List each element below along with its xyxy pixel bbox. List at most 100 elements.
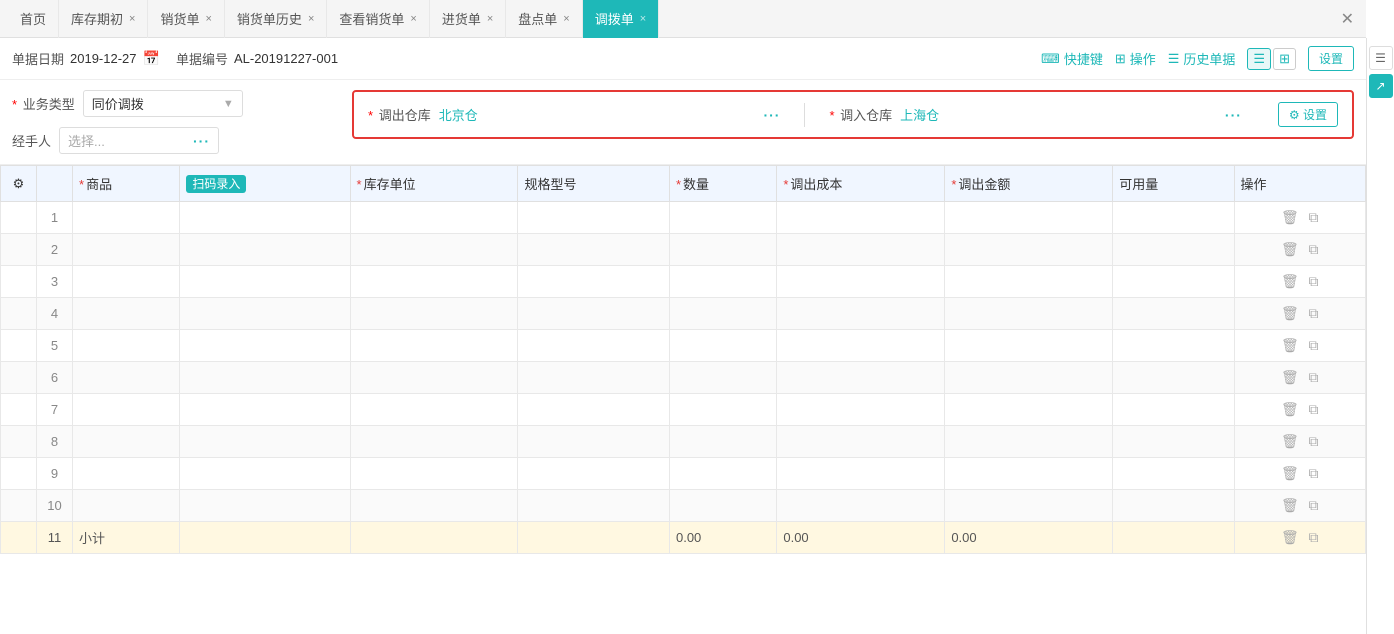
operations-button[interactable]: ⊞ 操作 bbox=[1115, 49, 1156, 68]
product-cell[interactable] bbox=[73, 362, 180, 394]
warehouse-out-more-icon[interactable]: ··· bbox=[763, 107, 780, 123]
delete-icon[interactable]: 🗑 bbox=[1281, 497, 1299, 513]
product-cell[interactable] bbox=[73, 266, 180, 298]
tab-close-inventory-init[interactable]: × bbox=[129, 13, 135, 25]
product-cell[interactable] bbox=[73, 394, 180, 426]
calendar-icon[interactable]: 📅 bbox=[143, 50, 160, 67]
quantity-cell[interactable] bbox=[669, 330, 776, 362]
product-cell[interactable] bbox=[73, 426, 180, 458]
copy-icon[interactable]: ⧉ bbox=[1308, 369, 1318, 385]
settings-gear-button[interactable]: ⚙ 设置 bbox=[1278, 102, 1338, 127]
tab-purchase-order[interactable]: 进货单 × bbox=[430, 0, 506, 38]
barcode-button[interactable]: 扫码录入 bbox=[186, 175, 246, 193]
th-actions: 操作 bbox=[1234, 166, 1366, 202]
row-num-cell: 9 bbox=[37, 458, 73, 490]
copy-icon[interactable]: ⧉ bbox=[1308, 305, 1318, 321]
quantity-cell[interactable] bbox=[669, 426, 776, 458]
transfer-cost-cell bbox=[777, 458, 945, 490]
copy-icon[interactable]: ⧉ bbox=[1308, 529, 1318, 545]
shortcuts-label: 快捷键 bbox=[1064, 49, 1103, 68]
quantity-cell[interactable] bbox=[669, 362, 776, 394]
product-cell[interactable] bbox=[73, 234, 180, 266]
operator-select[interactable]: 选择... ··· bbox=[59, 127, 219, 154]
delete-icon[interactable]: 🗑 bbox=[1281, 401, 1299, 417]
copy-icon[interactable]: ⧉ bbox=[1308, 209, 1318, 225]
subtotal-unit-cell bbox=[350, 522, 518, 554]
quantity-cell[interactable] bbox=[669, 266, 776, 298]
tab-label: 进货单 bbox=[442, 9, 481, 28]
copy-icon[interactable]: ⧉ bbox=[1308, 401, 1318, 417]
tab-close-transfer[interactable]: × bbox=[640, 13, 646, 25]
product-cell[interactable] bbox=[73, 490, 180, 522]
copy-icon[interactable]: ⧉ bbox=[1308, 273, 1318, 289]
tab-close-sales-order[interactable]: × bbox=[205, 13, 211, 25]
table-row: 5 🗑 ⧉ bbox=[1, 330, 1366, 362]
delete-icon[interactable]: 🗑 bbox=[1281, 529, 1299, 545]
more-icon[interactable]: ··· bbox=[193, 133, 210, 149]
delete-icon[interactable]: 🗑 bbox=[1281, 369, 1299, 385]
warehouse-out-value: 北京仓 bbox=[439, 105, 478, 124]
tab-sales-order[interactable]: 销货单 × bbox=[148, 0, 224, 38]
delete-icon[interactable]: 🗑 bbox=[1281, 465, 1299, 481]
subtotal-available-cell bbox=[1113, 522, 1234, 554]
quantity-cell[interactable] bbox=[669, 458, 776, 490]
form-area: * 业务类型 同价调拨 ▼ 经手人 选择... ··· * bbox=[0, 80, 1366, 165]
order-number-field: 单据编号 AL-20191227-001 bbox=[176, 49, 338, 68]
barcode-cell bbox=[180, 490, 350, 522]
quantity-cell[interactable] bbox=[669, 394, 776, 426]
view-toggle: ☰ ⊞ bbox=[1247, 48, 1296, 70]
copy-icon[interactable]: ⧉ bbox=[1308, 241, 1318, 257]
tab-label: 销货单 bbox=[160, 9, 199, 28]
quantity-cell[interactable] bbox=[669, 202, 776, 234]
actions-cell: 🗑 ⧉ bbox=[1234, 234, 1366, 266]
tab-close-inventory-check[interactable]: × bbox=[563, 13, 569, 25]
tab-close-purchase-order[interactable]: × bbox=[487, 13, 493, 25]
quantity-cell[interactable] bbox=[669, 490, 776, 522]
product-cell[interactable] bbox=[73, 202, 180, 234]
history-button[interactable]: ☰ 历史单据 bbox=[1168, 49, 1236, 68]
delete-icon[interactable]: 🗑 bbox=[1281, 433, 1299, 449]
transfer-amount-cell bbox=[945, 234, 1113, 266]
copy-icon[interactable]: ⧉ bbox=[1308, 337, 1318, 353]
th-gear[interactable]: ⚙ bbox=[1, 166, 37, 202]
table-row: 3 🗑 ⧉ bbox=[1, 266, 1366, 298]
transfer-cost-cell bbox=[777, 490, 945, 522]
list-view-button[interactable]: ☰ bbox=[1247, 48, 1271, 70]
required-star-out: * bbox=[368, 108, 373, 123]
tab-transfer[interactable]: 调拨单× bbox=[583, 0, 659, 38]
delete-icon[interactable]: 🗑 bbox=[1281, 209, 1299, 225]
barcode-cell bbox=[180, 362, 350, 394]
sidebar-export-button[interactable]: ↗ bbox=[1369, 74, 1393, 98]
grid-view-button[interactable]: ⊞ bbox=[1273, 48, 1296, 70]
delete-icon[interactable]: 🗑 bbox=[1281, 241, 1299, 257]
tab-close-sales-history[interactable]: × bbox=[308, 13, 314, 25]
business-type-select[interactable]: 同价调拨 ▼ bbox=[83, 90, 243, 117]
copy-icon[interactable]: ⧉ bbox=[1308, 433, 1318, 449]
tab-inventory-init[interactable]: 库存期初× bbox=[59, 0, 148, 38]
sidebar-list-button[interactable]: ☰ bbox=[1369, 46, 1393, 70]
tab-inventory-check[interactable]: 盘点单× bbox=[506, 0, 582, 38]
tab-close-view-sales[interactable]: × bbox=[410, 13, 416, 25]
quantity-cell[interactable] bbox=[669, 298, 776, 330]
product-cell[interactable] bbox=[73, 330, 180, 362]
delete-icon[interactable]: 🗑 bbox=[1281, 305, 1299, 321]
tab-home[interactable]: 首页 bbox=[8, 0, 59, 38]
transfer-table: ⚙ *商品 扫码录入 *库存单位 规格型号 *数量 bbox=[0, 165, 1366, 554]
quantity-cell[interactable] bbox=[669, 234, 776, 266]
settings-button[interactable]: 设置 bbox=[1308, 46, 1354, 71]
business-type-row: * 业务类型 同价调拨 ▼ bbox=[12, 90, 332, 117]
delete-icon[interactable]: 🗑 bbox=[1281, 273, 1299, 289]
delete-icon[interactable]: 🗑 bbox=[1281, 337, 1299, 353]
warehouse-in-more-icon[interactable]: ··· bbox=[1225, 107, 1242, 123]
product-cell[interactable] bbox=[73, 298, 180, 330]
gear-settings-button[interactable]: ⚙ 设置 bbox=[1278, 102, 1338, 127]
window-close-button[interactable]: ✕ bbox=[1337, 5, 1358, 33]
tab-sales-history[interactable]: 销货单历史× bbox=[225, 0, 327, 38]
transfer-amount-cell bbox=[945, 394, 1113, 426]
copy-icon[interactable]: ⧉ bbox=[1308, 497, 1318, 513]
product-cell[interactable] bbox=[73, 458, 180, 490]
shortcuts-button[interactable]: ⌨ 快捷键 bbox=[1041, 49, 1103, 68]
operations-label: 操作 bbox=[1130, 49, 1156, 68]
tab-view-sales[interactable]: 查看销货单× bbox=[327, 0, 429, 38]
copy-icon[interactable]: ⧉ bbox=[1308, 465, 1318, 481]
